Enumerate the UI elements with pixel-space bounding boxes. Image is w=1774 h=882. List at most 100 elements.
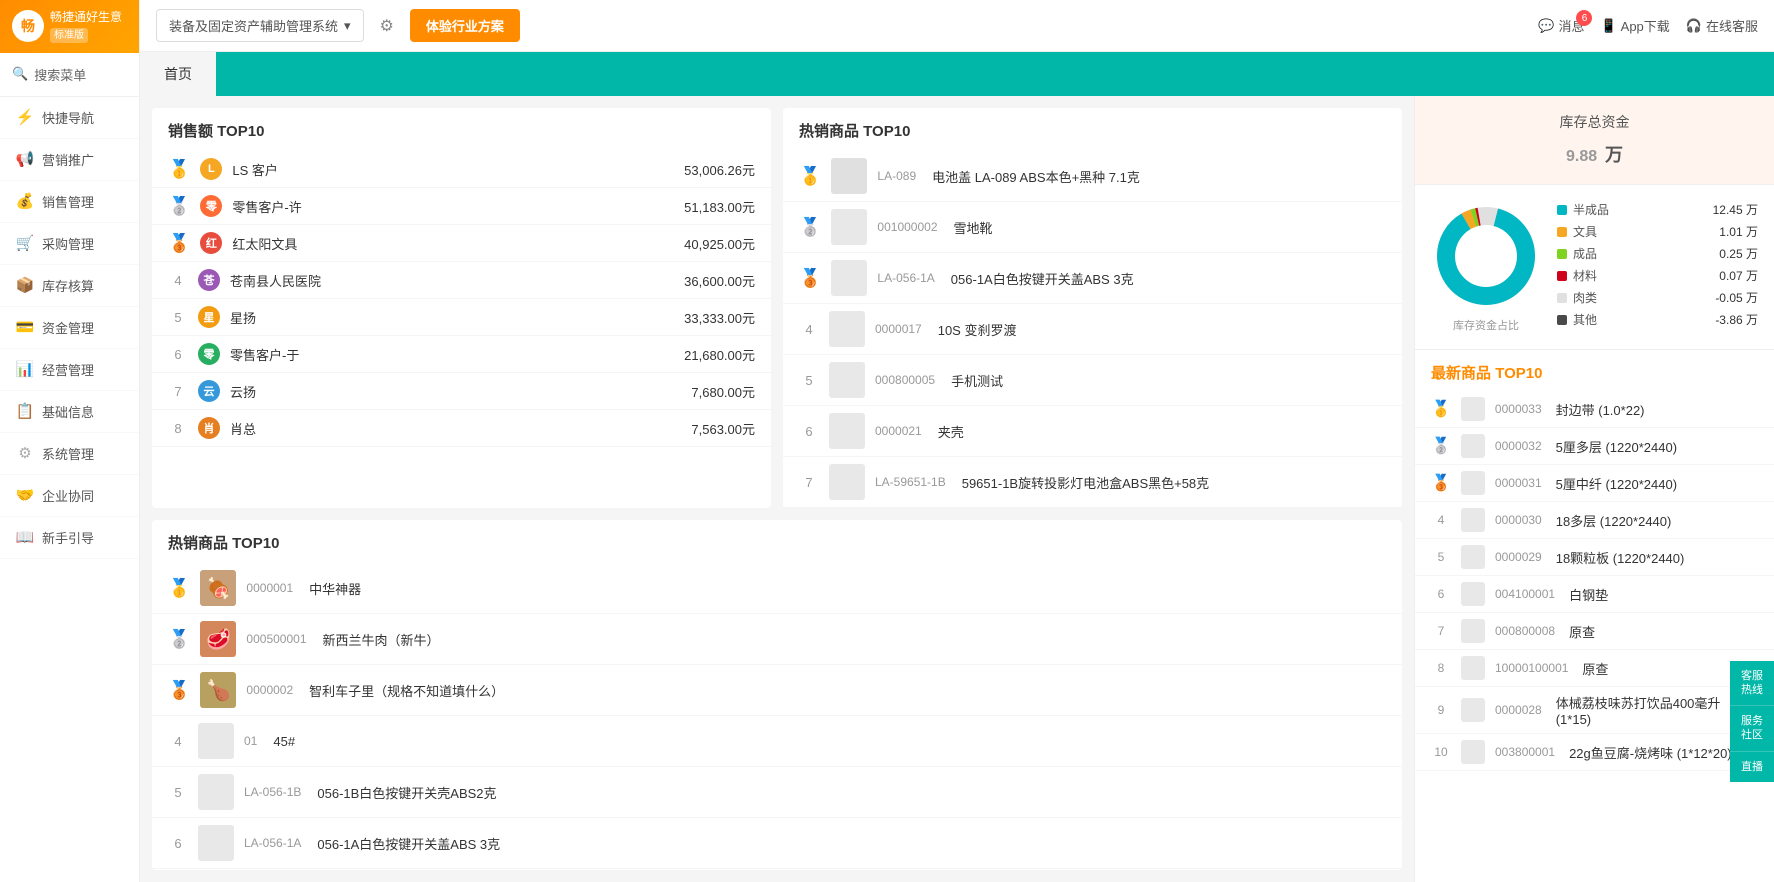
logo-name: 畅捷通好生意 <box>50 10 122 26</box>
customer-badge-1: L <box>200 158 222 180</box>
left-panel: 销售额 TOP10 🥇 L LS 客户 53,006.26元 🥈 零 零售客户-… <box>140 96 1414 882</box>
customer-amount-5: 33,333.00元 <box>684 308 755 327</box>
sidebar-item-label: 营销推广 <box>42 150 94 169</box>
medal-silver-icon: 🥈 <box>168 196 190 217</box>
product-sold-2: 🥈 001000002 雪地靴 <box>783 202 1402 253</box>
np-img-10 <box>1461 740 1485 764</box>
logo-tag: 标准版 <box>50 28 88 43</box>
new-product-6: 6 004100001 白钢垫 <box>1415 576 1774 613</box>
sidebar-logo: 畅 畅捷通好生意 标准版 <box>0 0 139 53</box>
message-icon: 💬 <box>1538 18 1554 34</box>
sidebar-item-inventory[interactable]: 📦 库存核算 <box>0 265 139 307</box>
customer-rank-2: 🥈 零 零售客户-许 51,183.00元 <box>152 188 771 225</box>
sidebar-item-label: 销售管理 <box>42 192 94 211</box>
hot-products-title: 热销商品 TOP10 <box>152 520 1402 563</box>
sidebar-item-guide[interactable]: 📖 新手引导 <box>0 517 139 559</box>
hot-product-img-1: 🍖 <box>200 570 236 606</box>
tab-bar: 首页 <box>140 52 1774 96</box>
new-product-4: 4 0000030 18多层 (1220*2440) <box>1415 502 1774 539</box>
hot-product-7: 7 NB2.0X30B 2.0X30MM双摆花轴,摆花直径2.1MM/ROHS <box>152 869 1402 870</box>
sidebar-item-sales[interactable]: 💰 销售管理 <box>0 181 139 223</box>
product-img-7 <box>829 464 865 500</box>
chart-label: 库存资金占比 <box>1453 317 1519 333</box>
product-sold-7: 7 LA-59651-1B 59651-1B旋转投影灯电池盒ABS黑色+58克 <box>783 457 1402 508</box>
sidebar-item-purchase[interactable]: 🛒 采购管理 <box>0 223 139 265</box>
customer-amount-1: 53,006.26元 <box>684 160 755 179</box>
hot-product-img-2: 🥩 <box>200 621 236 657</box>
new-products-header: 最新商品 TOP10 <box>1415 349 1774 391</box>
hot-product-1: 🥇 🍖 0000001 中华神器 <box>152 563 1402 614</box>
messages-button[interactable]: 💬 消息 6 <box>1538 16 1584 35</box>
system-icon: ⚙ <box>16 444 34 462</box>
trial-button[interactable]: 体验行业方案 <box>410 9 520 42</box>
legend-item-3: 材料 0.07 万 <box>1557 267 1758 284</box>
np-img-9 <box>1461 698 1485 722</box>
legend-dot-5 <box>1557 315 1567 325</box>
sidebar-item-marketing[interactable]: 📢 营销推广 <box>0 139 139 181</box>
product-img-2 <box>831 209 867 245</box>
quick-nav-icon: ⚡ <box>16 108 34 126</box>
customer-rank-5: 5 星 星扬 33,333.00元 <box>152 299 771 336</box>
float-btn-live[interactable]: 直播 <box>1730 752 1774 782</box>
customer-badge-4: 苍 <box>198 269 220 291</box>
customer-amount-6: 21,680.00元 <box>684 345 755 364</box>
online-service-label: 在线客服 <box>1706 16 1758 35</box>
customer-rank-1: 🥇 L LS 客户 53,006.26元 <box>152 151 771 188</box>
sidebar-item-basic-info[interactable]: 📋 基础信息 <box>0 391 139 433</box>
customer-badge-7: 云 <box>198 380 220 402</box>
tab-home[interactable]: 首页 <box>140 52 216 96</box>
sidebar-item-label: 资金管理 <box>42 318 94 337</box>
sidebar-item-quick-nav[interactable]: ⚡ 快捷导航 <box>0 97 139 139</box>
product-img-3 <box>831 260 867 296</box>
customer-name-6: 零售客户-于 <box>230 345 674 364</box>
sidebar-item-system[interactable]: ⚙ 系统管理 <box>0 433 139 475</box>
customer-name-3: 红太阳文具 <box>232 234 674 253</box>
legend-dot-1 <box>1557 227 1567 237</box>
sidebar-item-finance[interactable]: 💳 资金管理 <box>0 307 139 349</box>
sidebar: 畅 畅捷通好生意 标准版 🔍 搜索菜单 ⚡ 快捷导航 📢 营销推广 💰 销售管理… <box>0 0 140 882</box>
sidebar-item-management[interactable]: 📊 经营管理 <box>0 349 139 391</box>
customer-name-5: 星扬 <box>230 308 674 327</box>
sales-icon: 💰 <box>16 192 34 210</box>
main-content: 装备及固定资产辅助管理系统 ▾ ⚙ 体验行业方案 💬 消息 6 📱 App下载 … <box>140 0 1774 882</box>
float-btn-service[interactable]: 客服热线 <box>1730 661 1774 707</box>
legend-item-1: 文具 1.01 万 <box>1557 223 1758 240</box>
app-download-button[interactable]: 📱 App下载 <box>1600 16 1669 35</box>
settings-button[interactable]: ⚙ <box>376 12 398 40</box>
right-panel: 库存总资金 9.88 万 <box>1414 96 1774 882</box>
system-selector[interactable]: 装备及固定资产辅助管理系统 ▾ <box>156 9 364 42</box>
product-img-4 <box>829 311 865 347</box>
float-btn-community[interactable]: 服务社区 <box>1730 706 1774 752</box>
donut-chart <box>1431 201 1541 311</box>
customer-name-1: LS 客户 <box>232 160 674 179</box>
medal-bronze-icon-p3: 🥉 <box>799 268 821 289</box>
product-sold-6: 6 0000021 夹壳 <box>783 406 1402 457</box>
np-img-1 <box>1461 397 1485 421</box>
float-buttons: 客服热线 服务社区 直播 <box>1730 661 1774 782</box>
customer-amount-7: 7,680.00元 <box>691 382 755 401</box>
purchase-icon: 🛒 <box>16 234 34 252</box>
product-img-5 <box>829 362 865 398</box>
legend-dot-0 <box>1557 205 1567 215</box>
phone-icon: 📱 <box>1600 18 1616 34</box>
np-img-2 <box>1461 434 1485 458</box>
customer-amount-4: 36,600.00元 <box>684 271 755 290</box>
sidebar-item-label: 采购管理 <box>42 234 94 253</box>
search-menu-button[interactable]: 🔍 搜索菜单 <box>12 61 127 88</box>
customer-rank-4: 4 苍 苍南县人民医院 36,600.00元 <box>152 262 771 299</box>
customer-badge-6: 零 <box>198 343 220 365</box>
online-service-button[interactable]: 🎧 在线客服 <box>1686 16 1758 35</box>
app-download-label: App下载 <box>1621 16 1670 35</box>
hot-product-5: 5 LA-056-1B 056-1B白色按键开关壳ABS2克 <box>152 767 1402 818</box>
legend-dot-2 <box>1557 249 1567 259</box>
customer-amount-2: 51,183.00元 <box>684 197 755 216</box>
sidebar-item-collaboration[interactable]: 🤝 企业协同 <box>0 475 139 517</box>
hot-product-2: 🥈 🥩 000500001 新西兰牛肉（新牛） <box>152 614 1402 665</box>
customer-name-7: 云扬 <box>230 382 681 401</box>
customer-name-4: 苍南县人民医院 <box>230 271 674 290</box>
search-menu-label: 搜索菜单 <box>34 65 86 84</box>
logo-icon: 畅 <box>12 10 44 42</box>
management-icon: 📊 <box>16 360 34 378</box>
top-header: 装备及固定资产辅助管理系统 ▾ ⚙ 体验行业方案 💬 消息 6 📱 App下载 … <box>140 0 1774 52</box>
customer-badge-5: 星 <box>198 306 220 328</box>
